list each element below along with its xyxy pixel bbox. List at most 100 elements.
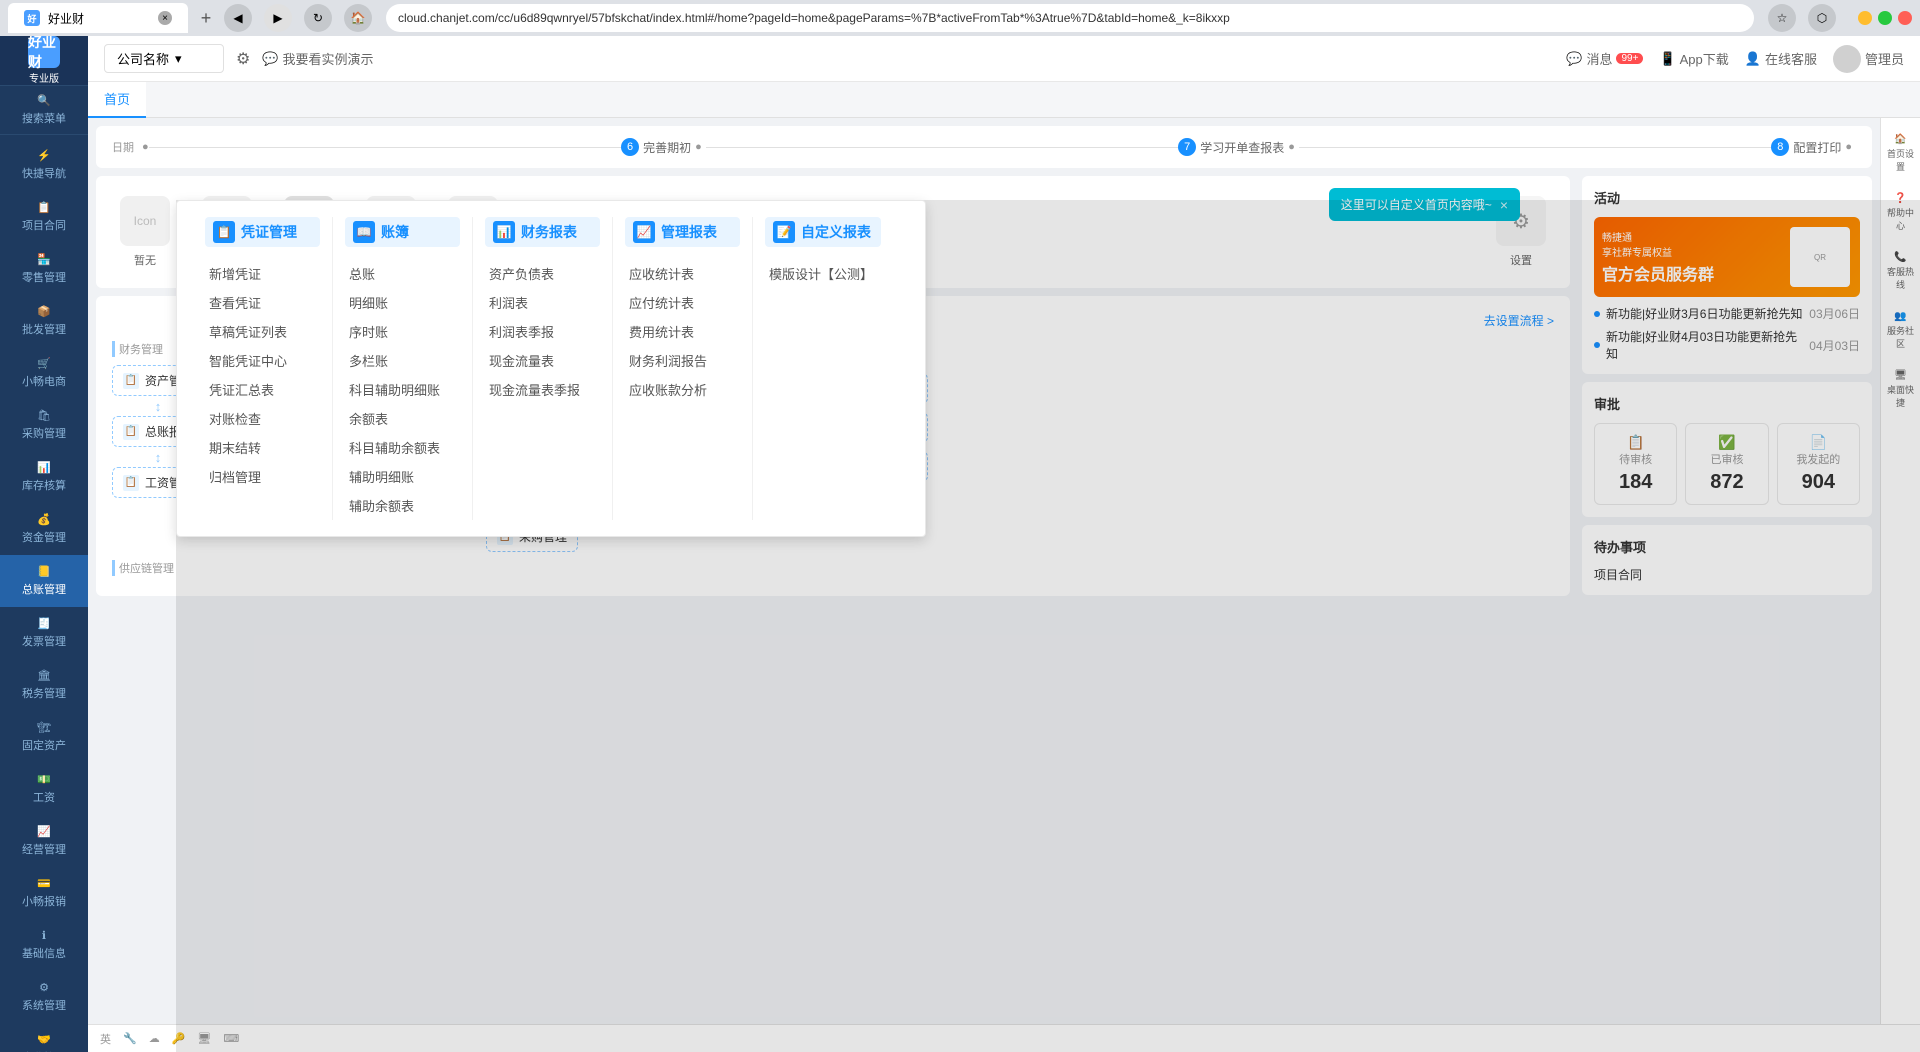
menu-section-custom-report: 📝 自定义报表 模版设计【公测】	[753, 217, 893, 520]
menu-item-aux-detail[interactable]: 辅助明细账	[345, 462, 460, 491]
settings-icon[interactable]: ⚙	[236, 49, 250, 69]
sidebar-item-cooperation[interactable]: 🤝 企业协同	[0, 1023, 88, 1052]
step-7: 7 学习开单查报表	[1178, 138, 1284, 156]
menu-item-cashflow-quarterly[interactable]: 现金流量表季报	[485, 375, 600, 404]
menu-item-subject-balance[interactable]: 科目辅助余额表	[345, 433, 460, 462]
messages-button[interactable]: 💬 消息 99+	[1566, 49, 1643, 68]
menu-item-ap-stats[interactable]: 应付统计表	[625, 288, 740, 317]
menu-item-detail[interactable]: 明细账	[345, 288, 460, 317]
sidebar-label: 税务管理	[22, 685, 66, 701]
menu-item-view-voucher[interactable]: 查看凭证	[205, 288, 320, 317]
menu-item-balance[interactable]: 余额表	[345, 404, 460, 433]
sidebar-item-payroll[interactable]: 💵 工资	[0, 763, 88, 815]
sidebar-label: 总账管理	[22, 581, 66, 597]
bottom-icon-1[interactable]: 🔧	[123, 1032, 137, 1045]
sidebar-item-fixed-assets[interactable]: 🏗 固定资产	[0, 711, 88, 763]
right-fixed-home-settings[interactable]: 🏠 首页设置	[1883, 126, 1919, 181]
logo-version: 专业版	[29, 70, 59, 85]
menu-item-archive[interactable]: 归档管理	[205, 462, 320, 491]
menu-item-general[interactable]: 总账	[345, 259, 460, 288]
menu-item-smart-voucher[interactable]: 智能凭证中心	[205, 346, 320, 375]
menu-item-journal[interactable]: 序时账	[345, 317, 460, 346]
extensions-button[interactable]: ⬡	[1808, 4, 1836, 32]
step-8-label: 配置打印	[1793, 139, 1841, 156]
sidebar-label: 小畅电商	[22, 373, 66, 389]
payroll-box-icon: 📋	[123, 475, 139, 491]
home-button[interactable]: 🏠	[344, 4, 372, 32]
browser-tab[interactable]: 好 好业财 ×	[8, 3, 188, 33]
step-6: 6 完善期初	[621, 138, 691, 156]
minimize-button[interactable]	[1858, 11, 1872, 25]
sidebar-item-project-contract[interactable]: 📋 项目合同	[0, 191, 88, 243]
demo-text: 我要看实例演示	[283, 49, 374, 68]
menu-item-balance-sheet[interactable]: 资产负债表	[485, 259, 600, 288]
sidebar-item-retail[interactable]: 🏪 零售管理	[0, 243, 88, 295]
icon-item-1[interactable]: Icon 暂无	[108, 188, 182, 276]
sidebar-item-inventory[interactable]: 📊 库存核算	[0, 451, 88, 503]
menu-item-add-voucher[interactable]: 新增凭证	[205, 259, 320, 288]
online-service-button[interactable]: 👤 在线客服	[1745, 49, 1817, 68]
progress-section: 日期 ● 6 完善期初 ● 7 学习开单查报表 ●	[96, 126, 1872, 168]
voucher-section-title: 凭证管理	[241, 222, 297, 242]
menu-item-ar-stats[interactable]: 应收统计表	[625, 259, 740, 288]
custom-report-section-header: 📝 自定义报表	[765, 217, 881, 247]
sidebar-item-wholesale[interactable]: 📦 批发管理	[0, 295, 88, 347]
menu-item-period-close[interactable]: 期末结转	[205, 433, 320, 462]
menu-item-voucher-summary[interactable]: 凭证汇总表	[205, 375, 320, 404]
menu-item-draft-voucher[interactable]: 草稿凭证列表	[205, 317, 320, 346]
sidebar-item-operations[interactable]: 📈 经营管理	[0, 815, 88, 867]
menu-item-template-design[interactable]: 模版设计【公测】	[765, 259, 881, 288]
demo-link[interactable]: 💬 我要看实例演示	[262, 49, 373, 68]
sidebar-item-expense[interactable]: 💳 小畅报销	[0, 867, 88, 919]
financial-report-icon: 📊	[493, 221, 515, 243]
menu-item-reconcile[interactable]: 对账检查	[205, 404, 320, 433]
quick-nav-icon: ⚡	[37, 149, 51, 162]
tax-icon: 🏛	[37, 669, 51, 682]
lang-toggle[interactable]: 英	[100, 1031, 111, 1047]
reload-button[interactable]: ↻	[304, 4, 332, 32]
menu-item-expense-stats[interactable]: 费用统计表	[625, 317, 740, 346]
sidebar-nav: ⚡ 快捷导航 📋 项目合同 🏪 零售管理 📦 批发管理 🛒 小畅电商 🛍	[0, 139, 88, 1052]
bookmark-button[interactable]: ☆	[1768, 4, 1796, 32]
home-settings-label: 首页设置	[1887, 147, 1915, 173]
sidebar-item-search[interactable]: 🔍 搜索菜单	[0, 86, 88, 135]
mgmt-report-icon: 📈	[633, 221, 655, 243]
new-tab-button[interactable]: +	[194, 6, 218, 30]
forward-button[interactable]: ▶	[264, 4, 292, 32]
menu-item-profit-report[interactable]: 财务利润报告	[625, 346, 740, 375]
sidebar-item-purchase[interactable]: 🛍 采购管理	[0, 399, 88, 451]
menu-item-cashflow[interactable]: 现金流量表	[485, 346, 600, 375]
custom-report-icon: 📝	[773, 221, 795, 243]
sidebar-item-tax[interactable]: 🏛 税务管理	[0, 659, 88, 711]
ecommerce-icon: 🛒	[37, 357, 51, 370]
menu-item-aux-balance[interactable]: 辅助余额表	[345, 491, 460, 520]
menu-item-subject-detail[interactable]: 科目辅助明细账	[345, 375, 460, 404]
tab-home[interactable]: 首页	[88, 82, 146, 118]
menu-item-multicolumn[interactable]: 多栏账	[345, 346, 460, 375]
voucher-header-icon: 📋	[213, 221, 235, 243]
close-window-button[interactable]	[1898, 11, 1912, 25]
dropdown-overlay[interactable]: 📋 凭证管理 新增凭证 查看凭证 草稿凭证列表 智能凭证中心 凭证汇总表 对账检…	[176, 200, 1920, 1052]
browser-chrome: 好 好业财 × + ◀ ▶ ↻ 🏠 cloud.chanjet.com/cc/u…	[0, 0, 1920, 36]
user-menu[interactable]: 管理员	[1833, 45, 1904, 73]
sidebar-item-system[interactable]: ⚙ 系统管理	[0, 971, 88, 1023]
sidebar-item-fund[interactable]: 💰 资金管理	[0, 503, 88, 555]
bottom-icon-2[interactable]: ☁	[149, 1032, 160, 1045]
tab-close-button[interactable]: ×	[158, 11, 172, 25]
company-name: 公司名称	[117, 49, 169, 68]
app-download-button[interactable]: 📱 App下载	[1659, 49, 1728, 68]
maximize-button[interactable]	[1878, 11, 1892, 25]
sidebar-item-base-info[interactable]: ℹ 基础信息	[0, 919, 88, 971]
financial-report-section-header: 📊 财务报表	[485, 217, 600, 247]
sidebar-item-general-ledger[interactable]: 📒 总账管理	[0, 555, 88, 607]
sidebar-item-ecommerce[interactable]: 🛒 小畅电商	[0, 347, 88, 399]
menu-item-income-quarterly[interactable]: 利润表季报	[485, 317, 600, 346]
menu-item-ar-analysis[interactable]: 应收账款分析	[625, 375, 740, 404]
menu-item-income[interactable]: 利润表	[485, 288, 600, 317]
sidebar-item-invoice[interactable]: 🧾 发票管理	[0, 607, 88, 659]
address-bar[interactable]: cloud.chanjet.com/cc/u6d89qwnryel/57bfsk…	[386, 4, 1754, 32]
sidebar-item-quick-nav[interactable]: ⚡ 快捷导航	[0, 139, 88, 191]
sidebar-logo: 好业财 专业版	[0, 36, 88, 86]
back-button[interactable]: ◀	[224, 4, 252, 32]
company-selector[interactable]: 公司名称 ▾	[104, 44, 224, 73]
